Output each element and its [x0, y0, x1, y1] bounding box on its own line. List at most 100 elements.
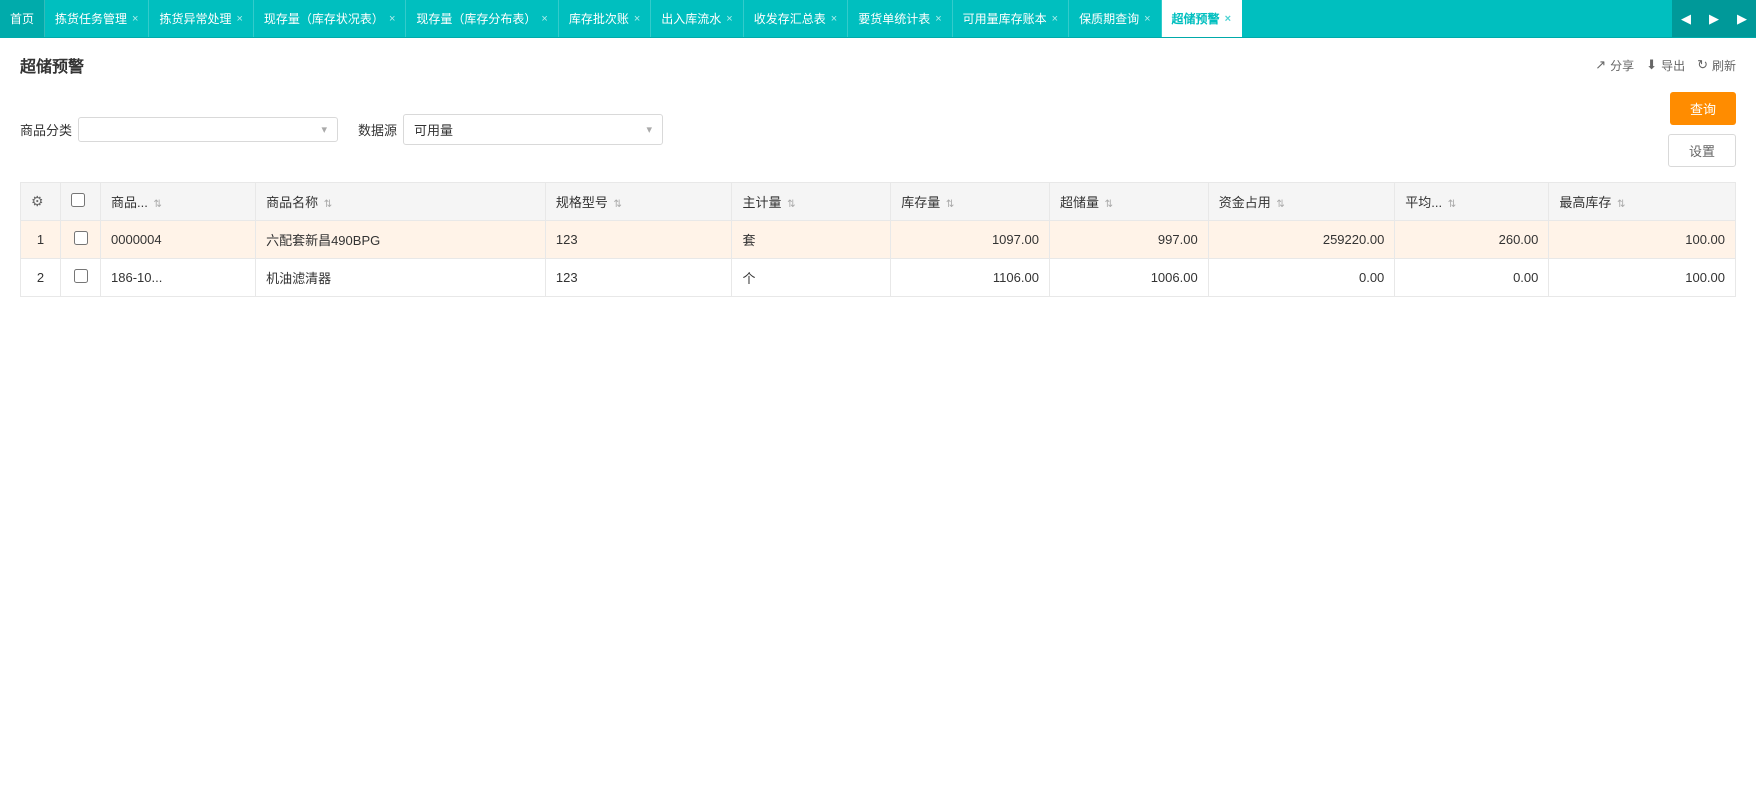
td-index: 2: [21, 259, 61, 297]
nav-overstock[interactable]: 超储预警 ×: [1162, 0, 1242, 37]
td-spec: 123: [545, 221, 732, 259]
th-unit: 主计量 ⇅: [732, 183, 891, 221]
close-icon[interactable]: ×: [132, 13, 138, 25]
table-header-row: ⚙ 商品... ⇅ 商品名称 ⇅ 规格型号 ⇅ 主计量: [21, 183, 1736, 221]
datasource-filter: 数据源 可用量 ▾: [358, 114, 663, 145]
sort-icon[interactable]: ⇅: [787, 199, 795, 210]
td-unit: 个: [732, 259, 891, 297]
td-overstock: 1006.00: [1049, 259, 1208, 297]
chevron-down-icon: ▾: [321, 123, 327, 136]
nav-available-stock[interactable]: 可用量库存账本 ×: [953, 0, 1069, 37]
td-stock: 1106.00: [891, 259, 1050, 297]
td-capital: 259220.00: [1208, 221, 1395, 259]
chevron-down-icon: ▾: [647, 123, 653, 136]
close-icon[interactable]: ×: [1052, 13, 1058, 25]
sort-icon[interactable]: ⇅: [153, 199, 161, 210]
select-all-checkbox[interactable]: [71, 193, 85, 207]
td-product-name: 机油滤清器: [256, 259, 546, 297]
th-capital: 资金占用 ⇅: [1208, 183, 1395, 221]
td-product-code: 0000004: [101, 221, 256, 259]
td-overstock: 997.00: [1049, 221, 1208, 259]
sort-icon[interactable]: ⇅: [1276, 199, 1284, 210]
td-stock: 1097.00: [891, 221, 1050, 259]
td-product-name: 六配套新昌490BPG: [256, 221, 546, 259]
td-capital: 0.00: [1208, 259, 1395, 297]
nav-pick-task[interactable]: 拣货任务管理 ×: [45, 0, 149, 37]
page-content: 超储预警 ↗ 分享 ⬇ 导出 ↻ 刷新 商品分类 ▾ 数据源: [0, 38, 1756, 800]
nav-expiry[interactable]: 保质期查询 ×: [1069, 0, 1161, 37]
nav-summary[interactable]: 收发存汇总表 ×: [744, 0, 848, 37]
export-icon: ⬇: [1646, 57, 1657, 73]
table-row: 1 0000004 六配套新昌490BPG 123 套 1097.00 997.…: [21, 221, 1736, 259]
share-button[interactable]: ↗ 分享: [1595, 57, 1634, 74]
page-header: 超储预警 ↗ 分享 ⬇ 导出 ↻ 刷新: [20, 53, 1736, 77]
th-overstock: 超储量 ⇅: [1049, 183, 1208, 221]
td-unit: 套: [732, 221, 891, 259]
nav-flow[interactable]: 出入库流水 ×: [651, 0, 743, 37]
nav-prev-button[interactable]: ◀: [1672, 0, 1700, 38]
refresh-icon: ↻: [1697, 57, 1708, 73]
export-button[interactable]: ⬇ 导出: [1646, 57, 1685, 74]
close-icon[interactable]: ×: [236, 13, 242, 25]
nav-arrows: ◀ ▶ ▶: [1672, 0, 1756, 38]
sort-icon[interactable]: ⇅: [1105, 199, 1113, 210]
th-stock: 库存量 ⇅: [891, 183, 1050, 221]
td-avg: 0.00: [1395, 259, 1549, 297]
product-category-label: 商品分类: [20, 120, 72, 139]
th-checkbox: [61, 183, 101, 221]
th-product-name: 商品名称 ⇅: [256, 183, 546, 221]
th-spec: 规格型号 ⇅: [545, 183, 732, 221]
nav-order-stats[interactable]: 要货单统计表 ×: [848, 0, 952, 37]
close-icon[interactable]: ×: [541, 13, 547, 25]
nav-inventory-batch[interactable]: 库存批次账 ×: [559, 0, 651, 37]
td-checkbox: [61, 221, 101, 259]
nav-inventory-dist[interactable]: 现存量（库存分布表） ×: [406, 0, 558, 37]
sort-icon[interactable]: ⇅: [614, 199, 622, 210]
data-table: ⚙ 商品... ⇅ 商品名称 ⇅ 规格型号 ⇅ 主计量: [20, 182, 1736, 297]
td-max-stock: 100.00: [1549, 259, 1736, 297]
product-category-filter: 商品分类 ▾: [20, 117, 338, 142]
th-max-stock: 最高库存 ⇅: [1549, 183, 1736, 221]
query-button[interactable]: 查询: [1670, 92, 1736, 125]
product-category-select[interactable]: ▾: [78, 117, 338, 142]
close-icon[interactable]: ×: [831, 13, 837, 25]
share-icon: ↗: [1595, 57, 1606, 73]
td-checkbox: [61, 259, 101, 297]
nav-home[interactable]: 首页: [0, 0, 45, 37]
th-avg: 平均... ⇅: [1395, 183, 1549, 221]
th-settings: ⚙: [21, 183, 61, 221]
filter-buttons: 查询 设置: [1668, 92, 1736, 167]
nav-bar: 首页 拣货任务管理 × 拣货异常处理 × 现存量（库存状况表） × 现存量（库存…: [0, 0, 1756, 38]
datasource-select[interactable]: 可用量 ▾: [403, 114, 663, 145]
td-index: 1: [21, 221, 61, 259]
sort-icon[interactable]: ⇅: [324, 199, 332, 210]
close-icon[interactable]: ×: [726, 13, 732, 25]
nav-next-button[interactable]: ▶: [1700, 0, 1728, 38]
td-product-code: 186-10...: [101, 259, 256, 297]
settings-button[interactable]: 设置: [1668, 134, 1736, 167]
row-checkbox[interactable]: [74, 269, 88, 283]
td-spec: 123: [545, 259, 732, 297]
nav-pick-abnormal[interactable]: 拣货异常处理 ×: [149, 0, 253, 37]
header-actions: ↗ 分享 ⬇ 导出 ↻ 刷新: [1595, 57, 1736, 74]
close-icon[interactable]: ×: [1225, 13, 1231, 25]
gear-icon[interactable]: ⚙: [31, 193, 44, 209]
datasource-label: 数据源: [358, 120, 397, 139]
table-row: 2 186-10... 机油滤清器 123 个 1106.00 1006.00 …: [21, 259, 1736, 297]
close-icon[interactable]: ×: [1144, 13, 1150, 25]
close-icon[interactable]: ×: [389, 13, 395, 25]
nav-inventory-status[interactable]: 现存量（库存状况表） ×: [254, 0, 406, 37]
sort-icon[interactable]: ⇅: [1448, 199, 1456, 210]
th-product-code: 商品... ⇅: [101, 183, 256, 221]
close-icon[interactable]: ×: [634, 13, 640, 25]
refresh-button[interactable]: ↻ 刷新: [1697, 57, 1736, 74]
td-avg: 260.00: [1395, 221, 1549, 259]
row-checkbox[interactable]: [74, 231, 88, 245]
page-title: 超储预警: [20, 53, 84, 77]
close-icon[interactable]: ×: [935, 13, 941, 25]
sort-icon[interactable]: ⇅: [1617, 199, 1625, 210]
nav-expand-button[interactable]: ▶: [1728, 0, 1756, 38]
sort-icon[interactable]: ⇅: [946, 199, 954, 210]
filter-row: 商品分类 ▾ 数据源 可用量 ▾ 查询 设置: [20, 92, 1736, 167]
td-max-stock: 100.00: [1549, 221, 1736, 259]
